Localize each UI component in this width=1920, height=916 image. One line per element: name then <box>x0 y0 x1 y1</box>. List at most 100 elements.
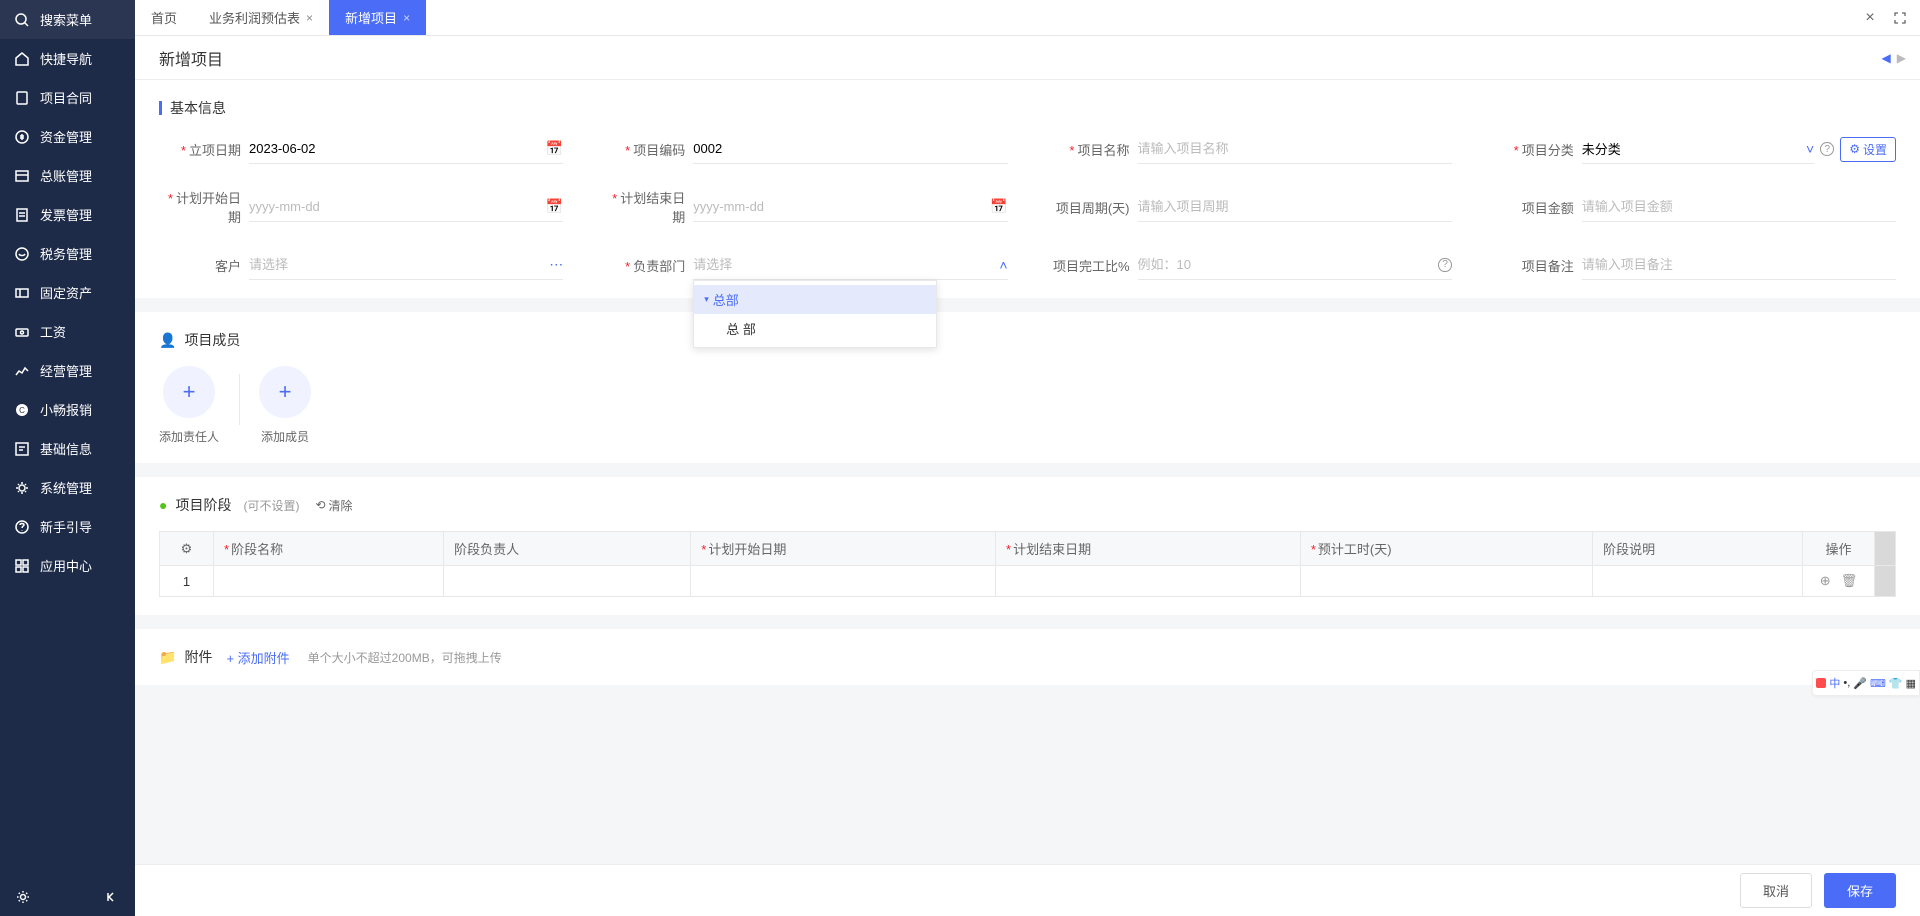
sidebar-item-label: 税务管理 <box>40 244 92 263</box>
add-row-icon[interactable]: ⊕ <box>1820 573 1831 589</box>
page-title: 新增项目 <box>159 46 223 70</box>
close-icon[interactable]: × <box>403 11 410 25</box>
collapse-icon[interactable] <box>103 888 121 906</box>
calendar-icon[interactable]: 📅 <box>546 198 563 215</box>
chevron-up-icon[interactable]: ˄ <box>999 257 1007 273</box>
sidebar-item-label: 应用中心 <box>40 556 92 575</box>
calendar-icon[interactable]: 📅 <box>990 198 1007 215</box>
cell-stage-name[interactable] <box>214 566 444 597</box>
add-attachment-label: 添加附件 <box>238 651 290 666</box>
delete-row-icon[interactable]: 🗑 <box>1841 573 1858 589</box>
label-proj-name: 项目名称 <box>1048 140 1138 159</box>
stage-icon: ● <box>159 497 167 513</box>
add-member-button[interactable]: + <box>259 366 311 418</box>
sidebar-item-expense[interactable]: C 小畅报销 <box>0 390 135 429</box>
col-gear[interactable]: ⚙ <box>160 532 214 566</box>
table-scroll-indicator[interactable] <box>1875 566 1896 597</box>
section-title-members: 项目成员 <box>184 330 240 350</box>
search-icon <box>14 12 30 28</box>
input-remark[interactable] <box>1582 257 1896 272</box>
svg-text:C: C <box>19 406 25 415</box>
cell-stage-start[interactable] <box>691 566 996 597</box>
input-plan-start[interactable] <box>249 199 542 214</box>
footer: 取消 保存 <box>135 864 1920 916</box>
asset-icon <box>14 285 30 301</box>
col-stage-name: 阶段名称 <box>214 532 444 566</box>
col-stage-desc: 阶段说明 <box>1593 532 1803 566</box>
sidebar-item-apps[interactable]: 应用中心 <box>0 546 135 585</box>
table-scroll-indicator <box>1875 532 1896 566</box>
cell-stage-hours[interactable] <box>1300 566 1592 597</box>
folder-icon: 📁 <box>159 649 176 666</box>
input-create-date[interactable] <box>249 141 542 156</box>
sidebar-item-tax[interactable]: 税务管理 <box>0 234 135 273</box>
sidebar-item-salary[interactable]: 工资 <box>0 312 135 351</box>
sidebar-item-guide[interactable]: 新手引导 <box>0 507 135 546</box>
salary-icon <box>14 324 30 340</box>
dropdown-item[interactable]: 总 部 <box>694 314 936 343</box>
sidebar-item-search[interactable]: 搜索菜单 <box>0 0 135 39</box>
save-button[interactable]: 保存 <box>1824 873 1896 908</box>
sidebar-item-label: 新手引导 <box>40 517 92 536</box>
sidebar-item-basicinfo[interactable]: 基础信息 <box>0 429 135 468</box>
sidebar-item-label: 系统管理 <box>40 478 92 497</box>
sidebar-item-invoice[interactable]: 发票管理 <box>0 195 135 234</box>
close-all-icon[interactable]: × <box>1858 6 1882 30</box>
page-header: 新增项目 ◀ ▶ <box>135 36 1920 80</box>
label-amount: 项目金额 <box>1492 198 1582 217</box>
col-stage-owner: 阶段负责人 <box>444 532 691 566</box>
tab-profit[interactable]: 业务利润预估表 × <box>193 0 329 35</box>
cancel-button[interactable]: 取消 <box>1740 873 1812 908</box>
sidebar-item-funds[interactable]: 资金管理 <box>0 117 135 156</box>
tab-home[interactable]: 首页 <box>135 0 193 35</box>
tab-new-project[interactable]: 新增项目 × <box>329 0 426 35</box>
sidebar-item-label: 固定资产 <box>40 283 92 302</box>
select-customer[interactable] <box>249 257 545 272</box>
sidebar-item-label: 工资 <box>40 322 66 341</box>
ime-chip[interactable]: 中 •, 🎤 ⌨ 👕 ▦ <box>1812 670 1920 696</box>
section-title-basic: 基本信息 <box>170 98 226 118</box>
clear-stages-button[interactable]: ⟲ 清除 <box>315 497 352 514</box>
chevron-down-icon[interactable]: ˅ <box>1806 141 1814 157</box>
more-icon[interactable]: ⋯ <box>549 256 563 273</box>
ledger-icon <box>14 168 30 184</box>
prev-icon[interactable]: ◀ <box>1882 51 1891 65</box>
sidebar-item-ledger[interactable]: 总账管理 <box>0 156 135 195</box>
settings-icon[interactable] <box>14 888 32 906</box>
input-proj-name[interactable] <box>1138 141 1452 156</box>
dropdown-item[interactable]: ▾总部 <box>694 285 936 314</box>
invoice-icon <box>14 207 30 223</box>
sidebar-item-system[interactable]: 系统管理 <box>0 468 135 507</box>
table-row[interactable]: 1 ⊕🗑 <box>160 566 1896 597</box>
input-proj-code[interactable] <box>693 141 1007 156</box>
sidebar-item-label: 资金管理 <box>40 127 92 146</box>
add-owner-button[interactable]: + <box>163 366 215 418</box>
label-period: 项目周期(天) <box>1048 198 1138 217</box>
apps-icon <box>14 558 30 574</box>
sidebar-item-quicknav[interactable]: 快捷导航 <box>0 39 135 78</box>
close-icon[interactable]: × <box>306 11 313 25</box>
sidebar-item-contract[interactable]: 项目合同 <box>0 78 135 117</box>
help-icon[interactable]: ? <box>1820 142 1834 156</box>
cell-stage-end[interactable] <box>996 566 1301 597</box>
add-attachment-button[interactable]: + 添加附件 <box>226 648 289 667</box>
select-proj-cat[interactable] <box>1582 141 1802 156</box>
sidebar-item-asset[interactable]: 固定资产 <box>0 273 135 312</box>
col-stage-end: 计划结束日期 <box>996 532 1301 566</box>
cell-stage-desc[interactable] <box>1593 566 1803 597</box>
input-amount[interactable] <box>1582 199 1896 214</box>
fullscreen-icon[interactable] <box>1888 6 1912 30</box>
tab-label: 新增项目 <box>345 8 397 27</box>
input-complete[interactable] <box>1138 257 1433 272</box>
sidebar-item-ops[interactable]: 经营管理 <box>0 351 135 390</box>
help-icon[interactable]: ? <box>1438 258 1451 272</box>
input-plan-end[interactable] <box>693 199 986 214</box>
tab-label: 业务利润预估表 <box>209 8 300 27</box>
select-dept[interactable] <box>693 257 995 272</box>
calendar-icon[interactable]: 📅 <box>546 140 563 157</box>
input-period[interactable] <box>1138 199 1452 214</box>
settings-button[interactable]: ⚙ 设置 <box>1840 137 1896 162</box>
cell-stage-owner[interactable] <box>444 566 691 597</box>
sidebar: 搜索菜单 快捷导航 项目合同 资金管理 总账管理 发票管理 税务管理 固定资产 <box>0 0 135 916</box>
next-icon: ▶ <box>1897 51 1906 65</box>
